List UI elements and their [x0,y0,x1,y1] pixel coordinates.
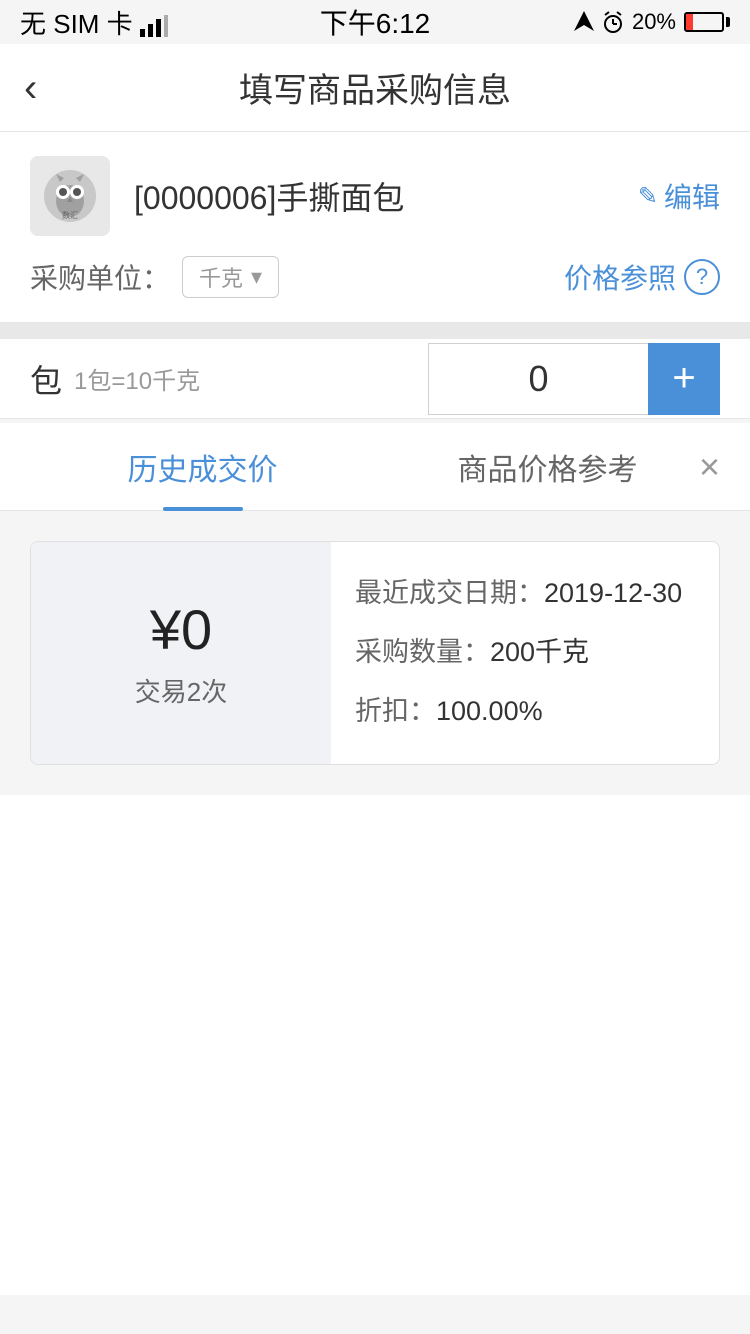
recent-date-label: 最近成交日期： [355,578,544,608]
history-trade-count: 交易2次 [135,672,227,709]
quantity-conversion: 1包=10千克 [74,361,200,396]
product-header-left: 数汇 [0000006]手撕面包 [30,156,404,236]
status-right: 20% [574,9,730,35]
location-icon [574,11,594,33]
battery-icon [684,12,730,32]
page-title: 填写商品采购信息 [239,63,511,112]
history-card: ¥0 交易2次 最近成交日期：2019-12-30 采购数量：200千克 折扣：… [30,541,720,765]
edit-button[interactable]: ✎ 编辑 [638,176,720,216]
status-bar: 无 SIM 卡 下午6:12 20% [0,0,750,44]
svg-text:数汇: 数汇 [62,210,78,220]
product-logo: 数汇 [30,156,110,236]
history-price-side: ¥0 交易2次 [31,542,331,764]
section-divider [0,323,750,339]
history-qty-row: 采购数量：200千克 [355,631,695,674]
dropdown-arrow: ▾ [251,264,262,290]
unit-selector[interactable]: 千克 ▾ [182,256,279,298]
nav-bar: ‹ 填写商品采购信息 [0,44,750,132]
history-price-amount: ¥0 [150,598,212,661]
quantity-input[interactable] [428,343,648,415]
tab-price-ref-label: 商品价格参考 [458,445,638,489]
tab-history-label: 历史成交价 [128,445,278,489]
bottom-area [0,795,750,1295]
back-button[interactable]: ‹ [24,68,37,108]
history-price-display: ¥0 [150,597,212,662]
recent-date-value: 2019-12-30 [544,578,682,608]
purchase-qty-value: 200千克 [490,637,589,667]
discount-label: 折扣： [355,696,436,726]
discount-value: 100.00% [436,696,543,726]
price-ref-label: 价格参照 [564,257,676,297]
history-recent-date-row: 最近成交日期：2019-12-30 [355,572,695,615]
alarm-icon [602,11,624,33]
quantity-plus-button[interactable]: + [648,343,720,415]
quantity-unit-badge: 包 [30,356,62,402]
battery-percent: 20% [632,9,676,35]
unit-label: 采购单位： [30,257,170,297]
signal-text: 无 SIM 卡 [20,4,168,41]
currency-symbol: ¥ [150,598,181,661]
quantity-input-group: + [428,343,720,415]
product-header: 数汇 [0000006]手撕面包 ✎ 编辑 [30,156,720,236]
price-ref-help-icon: ? [684,259,720,295]
purchase-qty-label: 采购数量： [355,637,490,667]
tabs-panel: 历史成交价 商品价格参考 × ¥0 交易2次 最近成交日期：2019-12-30 [0,423,750,795]
product-card: 数汇 [0000006]手撕面包 ✎ 编辑 采购单位： 千克 ▾ 价格参照 ? [0,132,750,323]
tab-history-price[interactable]: 历史成交价 [30,423,375,511]
tab-close-button[interactable]: × [699,449,720,485]
history-discount-row: 折扣：100.00% [355,690,695,733]
tab-underline [163,507,243,511]
unit-left: 采购单位： 千克 ▾ [30,256,279,298]
edit-icon: ✎ [638,182,658,211]
price-amount: 0 [181,598,212,661]
product-name: [0000006]手撕面包 [134,173,404,219]
quantity-label: 包 1包=10千克 [30,356,200,402]
product-logo-image: 数汇 [40,166,100,226]
quantity-row: 包 1包=10千克 + [0,339,750,419]
product-unit-row: 采购单位： 千克 ▾ 价格参照 ? [30,256,720,298]
edit-label: 编辑 [664,176,720,216]
plus-icon: + [672,356,695,401]
tab-price-ref[interactable]: 商品价格参考 [375,423,720,511]
history-detail-side: 最近成交日期：2019-12-30 采购数量：200千克 折扣：100.00% [331,542,719,764]
tab-content-history: ¥0 交易2次 最近成交日期：2019-12-30 采购数量：200千克 折扣：… [0,511,750,795]
tabs-header: 历史成交价 商品价格参考 × [0,423,750,511]
price-ref-button[interactable]: 价格参照 ? [564,257,720,297]
status-time: 下午6:12 [320,2,431,42]
unit-value: 千克 [199,261,243,293]
